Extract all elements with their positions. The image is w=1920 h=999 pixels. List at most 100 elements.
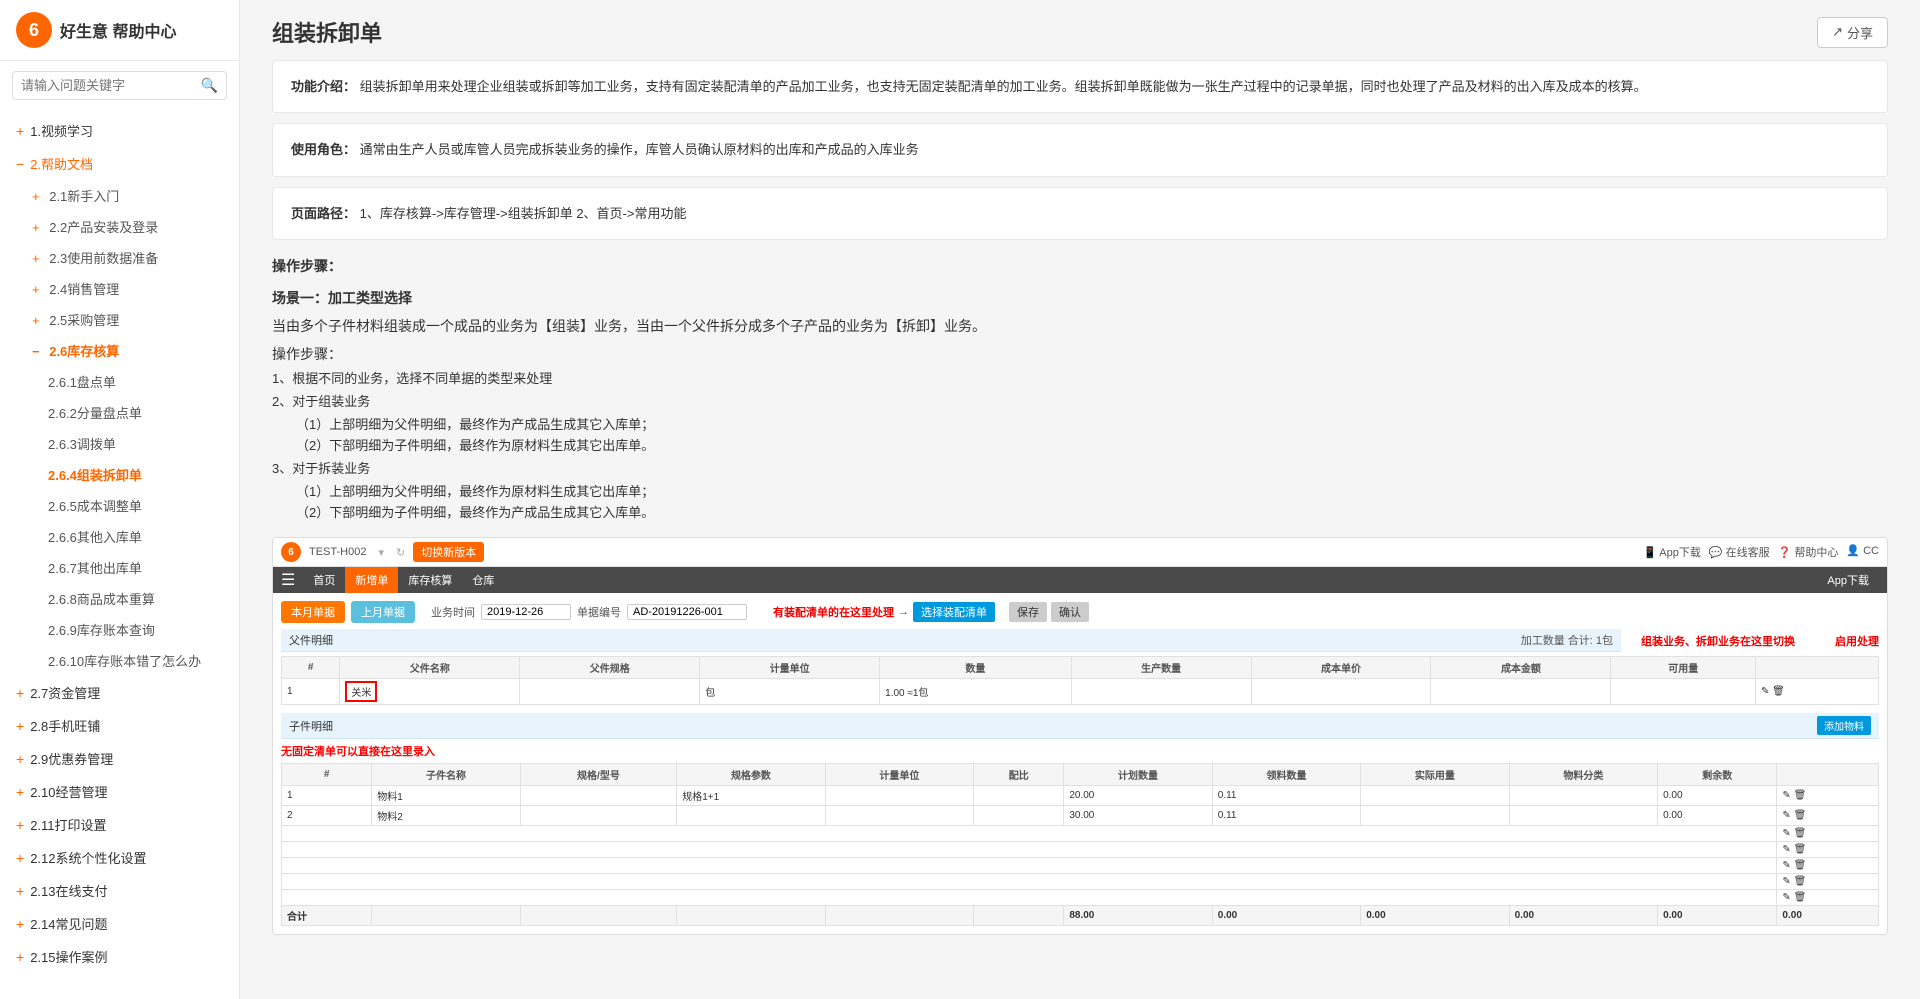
sidebar-item-data[interactable]: + 2.3使用前数据准备 — [0, 242, 239, 273]
sidebar-item-outother[interactable]: 2.6.7其他出库单 — [0, 552, 239, 583]
collapse-icon: − — [16, 156, 24, 172]
ops-steps-label: 操作步骤： — [272, 344, 1888, 364]
section-row: 父件明细 加工数量 合计: 1包 组装业务、拆卸业务在这里切换 启用处理 — [281, 629, 1879, 652]
table-row: 2 物料2 30.00 0.11 0.00 — [282, 806, 1879, 826]
plus-icon: + — [32, 313, 40, 328]
sidebar-item-cost[interactable]: 2.6.5成本调整单 — [0, 490, 239, 521]
plus-icon: + — [16, 751, 24, 767]
th-b-category: 物料分类 — [1509, 764, 1657, 786]
sidebar-item-finance[interactable]: + 2.7资金管理 — [0, 676, 239, 709]
path-text: 1、库存核算->库存管理->组装拆卸单 2、首页->常用功能 — [360, 206, 687, 221]
share-button[interactable]: ↗ 分享 — [1817, 17, 1888, 48]
role-label: 使用角色： — [291, 142, 356, 157]
sidebar-item-mobile[interactable]: + 2.8手机旺铺 — [0, 709, 239, 742]
sim-screenshot: 6 TEST-H002 ▾ ↻ 切换新版本 📱 App下载 💬 在线客服 ❓ 帮… — [273, 538, 1887, 934]
th-b-real-qty: 实际用量 — [1361, 764, 1509, 786]
sim-tab-current[interactable]: 本月单据 — [281, 601, 345, 623]
th-b-remain: 剩余数 — [1658, 764, 1777, 786]
sim-nav-warehouse[interactable]: 仓库 — [462, 567, 504, 593]
plus-icon: + — [32, 251, 40, 266]
search-box[interactable]: 🔍 — [12, 71, 227, 100]
plus-icon: + — [16, 817, 24, 833]
th-cost-amt: 成本金额 — [1431, 657, 1611, 679]
plus-icon: + — [16, 685, 24, 701]
th-qty: 数量 — [880, 657, 1072, 679]
th-op — [1756, 657, 1879, 679]
parent-name-box: 关米 — [345, 681, 377, 702]
sidebar-item-assembly[interactable]: 2.6.4组装拆卸单 — [0, 459, 239, 490]
sim-nav-inventory[interactable]: 库存核算 — [398, 567, 462, 593]
intro-text: 组装拆卸单用来处理企业组装或拆卸等加工业务，支持有固定装配清单的产品加工业务，也… — [360, 79, 1647, 94]
sim-switch-btn[interactable]: 切换新版本 — [413, 542, 484, 562]
sidebar-item-install[interactable]: + 2.2产品安装及登录 — [0, 211, 239, 242]
th-row-num: # — [282, 657, 340, 679]
sidebar-item-costreset[interactable]: 2.6.8商品成本重算 — [0, 583, 239, 614]
search-input[interactable] — [21, 78, 201, 93]
sim-date-input[interactable] — [481, 604, 571, 620]
sidebar-item-print[interactable]: + 2.11打印设置 — [0, 808, 239, 841]
sidebar-item-operation[interactable]: + 2.10经营管理 — [0, 775, 239, 808]
quantity-label: 加工数量 合计: 1包 — [1521, 632, 1613, 648]
ops-steps-block: 操作步骤： 1、根据不同的业务，选择不同单据的类型来处理 2、对于组装业务 （1… — [272, 344, 1888, 521]
sidebar-item-stockerror[interactable]: 2.6.10库存账本错了怎么办 — [0, 645, 239, 676]
sim-menu-icon[interactable]: ☰ — [281, 570, 295, 590]
sidebar-item-split[interactable]: 2.6.2分量盘点单 — [0, 397, 239, 428]
minus-icon: − — [32, 344, 40, 359]
th-b-specparam: 规格参数 — [677, 764, 825, 786]
sidebar-item-stockquery[interactable]: 2.6.9库存账本查询 — [0, 614, 239, 645]
sidebar-item-docs[interactable]: − 2.帮助文档 — [0, 147, 239, 180]
td-op: ✎ 🗑 — [1756, 679, 1879, 705]
sidebar-item-faq[interactable]: + 2.14常见问题 — [0, 907, 239, 940]
sim-action-btn2[interactable]: 确认 — [1051, 602, 1089, 622]
sim-tab-last[interactable]: 上月单据 — [351, 601, 415, 623]
sidebar-item-personalize[interactable]: + 2.12系统个性化设置 — [0, 841, 239, 874]
sidebar-item-cases[interactable]: + 2.15操作案例 — [0, 940, 239, 973]
search-icon[interactable]: 🔍 — [201, 77, 218, 94]
sim-nav-home[interactable]: 首页 — [303, 567, 345, 593]
sidebar-item-onlinepay[interactable]: + 2.13在线支付 — [0, 874, 239, 907]
sim-section-header: 父件明细 加工数量 合计: 1包 — [281, 629, 1621, 652]
sim-date-label: 业务时间 — [431, 604, 475, 620]
th-b-ratio: 配比 — [974, 764, 1064, 786]
th-b-num: # — [282, 764, 372, 786]
sidebar: 6 好生意 帮助中心 🔍 + 1.视频学习 − 2.帮助文档 + 2.1新手入门… — [0, 0, 240, 999]
table-row: ✎ 🗑 — [282, 842, 1879, 858]
plus-icon: + — [16, 718, 24, 734]
section-bottom-label: 子件明细 — [289, 718, 333, 734]
td-unit: 包 — [700, 679, 880, 705]
sidebar-item-inother[interactable]: 2.6.6其他入库单 — [0, 521, 239, 552]
sidebar-item-stocktake[interactable]: 2.6.1盘点单 — [0, 366, 239, 397]
sidebar-item-inventory[interactable]: − 2.6库存核算 — [0, 335, 239, 366]
sidebar-item-coupon[interactable]: + 2.9优惠券管理 — [0, 742, 239, 775]
sim-service-icon: 💬 在线客服 — [1709, 544, 1770, 560]
sim-refresh-icon: ↻ — [396, 546, 405, 559]
sidebar-item-purchase[interactable]: + 2.5采购管理 — [0, 304, 239, 335]
sim-assembly-list-btn[interactable]: 选择装配清单 — [913, 602, 995, 622]
plus-icon: + — [16, 850, 24, 866]
scene1-block: 场景一：加工类型选择 当由多个子件材料组装成一个成品的业务为【组装】业务，当由一… — [272, 288, 1888, 336]
logo-icon: 6 — [16, 12, 52, 48]
sidebar-item-video[interactable]: + 1.视频学习 — [0, 114, 239, 147]
annotation2-block: 组装业务、拆卸业务在这里切换 — [1641, 633, 1795, 649]
step2-sub2: （2）下部明细为子件明细，最终作为原材料生成其它出库单。 — [296, 435, 1888, 454]
plus-icon: + — [32, 220, 40, 235]
th-b-actual-qty: 领料数量 — [1212, 764, 1360, 786]
path-label: 页面路径： — [291, 206, 356, 221]
th-b-op — [1777, 764, 1879, 786]
sim-billno-input[interactable] — [627, 604, 747, 620]
sim-add-material-btn[interactable]: 添加物料 — [1817, 716, 1871, 735]
sim-nav-app[interactable]: App下载 — [1817, 567, 1879, 593]
annotation3-text: 启用处理 — [1835, 633, 1879, 649]
intro-block: 功能介绍： 组装拆卸单用来处理企业组装或拆卸等加工业务，支持有固定装配清单的产品… — [272, 60, 1888, 113]
sim-help-icon: ❓ 帮助中心 — [1778, 544, 1839, 560]
td-spec — [520, 679, 700, 705]
sim-dropdown-icon: ▾ — [378, 546, 384, 559]
sidebar-item-adjust[interactable]: 2.6.3调拨单 — [0, 428, 239, 459]
sim-action-btn1[interactable]: 保存 — [1009, 602, 1047, 622]
step1: 1、根据不同的业务，选择不同单据的类型来处理 — [272, 368, 1888, 387]
sim-nav-new[interactable]: 新增单 — [345, 567, 398, 593]
sidebar-item-sales[interactable]: + 2.4销售管理 — [0, 273, 239, 304]
sidebar-title: 好生意 帮助中心 — [60, 18, 176, 42]
sidebar-item-newcomer[interactable]: + 2.1新手入门 — [0, 180, 239, 211]
plus-icon: + — [16, 916, 24, 932]
